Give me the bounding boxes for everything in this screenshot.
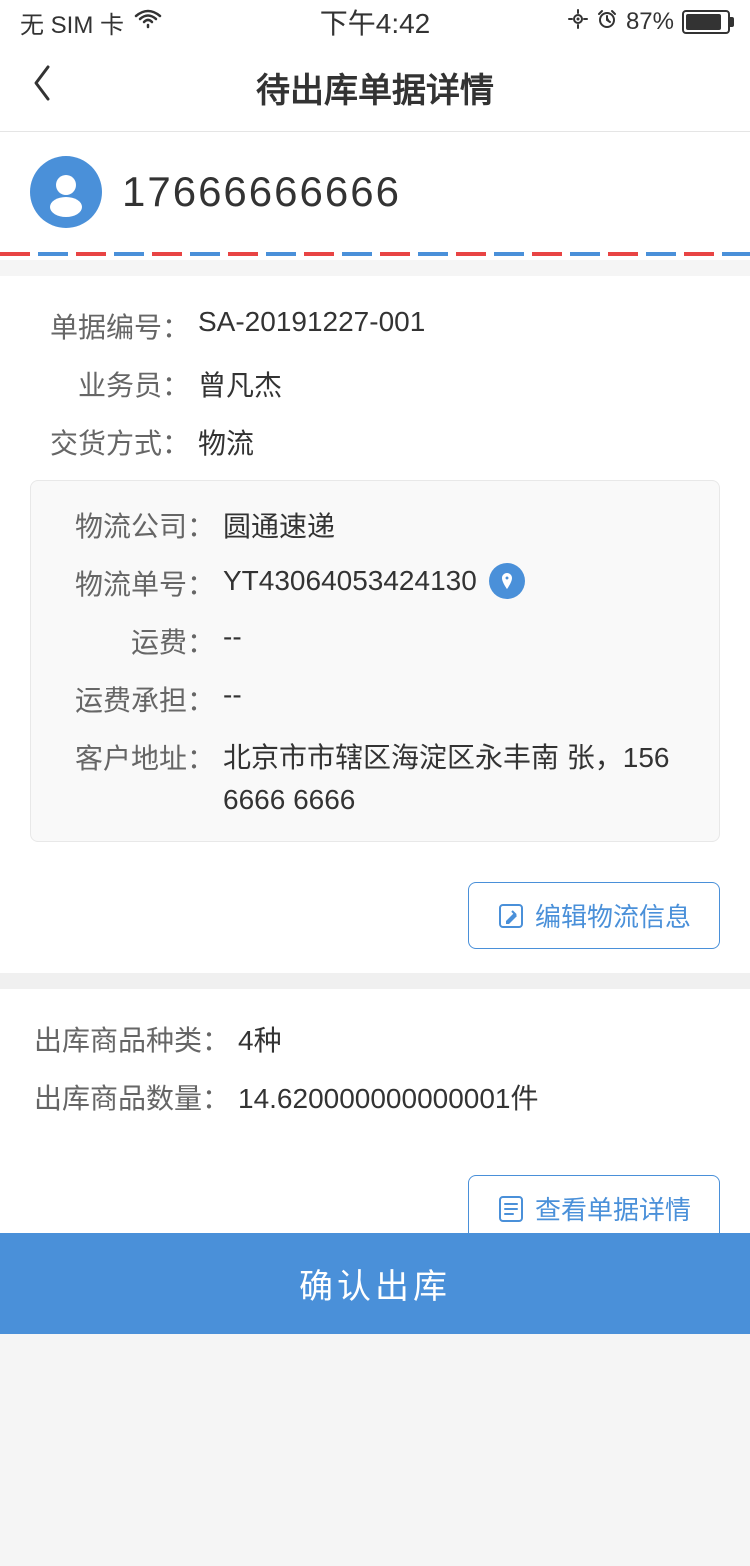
location-service-icon: [568, 8, 588, 36]
status-bar: 无 SIM 卡 下午4:42 87: [0, 0, 750, 44]
salesperson-label: 业务员：: [30, 364, 190, 404]
delivery-row: 交货方式： 物流: [30, 422, 720, 462]
logistics-card: 物流公司： 圆通速递 物流单号： YT43064053424130 运费： --: [30, 480, 720, 842]
freight-row: 运费： --: [55, 621, 695, 661]
logistics-company-value: 圆通速递: [215, 505, 695, 545]
edit-btn-row: 编辑物流信息: [0, 862, 750, 973]
document-number-value: SA-20191227-001: [190, 306, 720, 338]
view-detail-button[interactable]: 查看单据详情: [468, 1175, 720, 1242]
document-number-label: 单据编号：: [30, 306, 190, 346]
battery-icon: [682, 10, 730, 34]
address-row: 客户地址： 北京市市辖区海淀区永丰南 张，156 6666 6666: [55, 737, 695, 821]
edit-logistics-label: 编辑物流信息: [535, 897, 691, 934]
user-phone: 17666666666: [122, 168, 401, 216]
back-button[interactable]: [30, 63, 54, 112]
goods-types-value: 4种: [230, 1019, 282, 1059]
confirm-btn-area[interactable]: 确认出库: [0, 1233, 750, 1334]
user-header: 17666666666: [0, 132, 750, 252]
logistics-tracking-value: YT43064053424130: [215, 563, 695, 599]
freight-bearer-label: 运费承担：: [55, 679, 215, 719]
track-location-button[interactable]: [489, 563, 525, 599]
wifi-icon: [134, 8, 162, 36]
delivery-label: 交货方式：: [30, 422, 190, 462]
delivery-value: 物流: [190, 422, 720, 462]
goods-types-row: 出库商品种类： 4种: [30, 1019, 720, 1059]
freight-bearer-row: 运费承担： --: [55, 679, 695, 719]
goods-quantity-value: 14.620000000000001件: [230, 1077, 539, 1117]
confirm-btn-text: 确认出库: [299, 1268, 451, 1306]
section-divider: [0, 973, 750, 989]
status-left: 无 SIM 卡: [20, 5, 162, 40]
freight-label: 运费：: [55, 621, 215, 661]
goods-quantity-row: 出库商品数量： 14.620000000000001件: [30, 1077, 720, 1117]
address-label: 客户地址：: [55, 737, 215, 777]
salesperson-value: 曾凡杰: [190, 364, 720, 404]
avatar: [30, 156, 102, 228]
logistics-tracking-label: 物流单号：: [55, 563, 215, 603]
battery-percentage: 87%: [626, 8, 674, 36]
status-time: 下午4:42: [320, 2, 431, 42]
battery-fill: [686, 14, 721, 30]
dashed-divider: [0, 252, 750, 260]
alarm-icon: [596, 8, 618, 36]
tracking-number: YT43064053424130: [223, 565, 477, 597]
document-number-row: 单据编号： SA-20191227-001: [30, 306, 720, 346]
goods-types-label: 出库商品种类：: [30, 1019, 230, 1059]
status-right: 87%: [568, 8, 730, 36]
goods-section: 出库商品种类： 4种 出库商品数量： 14.620000000000001件: [0, 989, 750, 1155]
carrier-text: 无 SIM 卡: [20, 5, 124, 40]
page-content: 17666666666 单据编号： SA-20191227-001 业务员： 曾…: [0, 132, 750, 1566]
logistics-company-row: 物流公司： 圆通速递: [55, 505, 695, 545]
nav-bar: 待出库单据详情: [0, 44, 750, 132]
logistics-tracking-row: 物流单号： YT43064053424130: [55, 563, 695, 603]
document-info-section: 单据编号： SA-20191227-001 业务员： 曾凡杰 交货方式： 物流 …: [0, 276, 750, 862]
view-detail-label: 查看单据详情: [535, 1190, 691, 1227]
page-title: 待出库单据详情: [256, 63, 494, 112]
logistics-company-label: 物流公司：: [55, 505, 215, 545]
edit-logistics-button[interactable]: 编辑物流信息: [468, 882, 720, 949]
address-value: 北京市市辖区海淀区永丰南 张，156 6666 6666: [215, 737, 695, 821]
freight-value: --: [215, 621, 695, 653]
goods-quantity-label: 出库商品数量：: [30, 1077, 230, 1117]
salesperson-row: 业务员： 曾凡杰: [30, 364, 720, 404]
freight-bearer-value: --: [215, 679, 695, 711]
